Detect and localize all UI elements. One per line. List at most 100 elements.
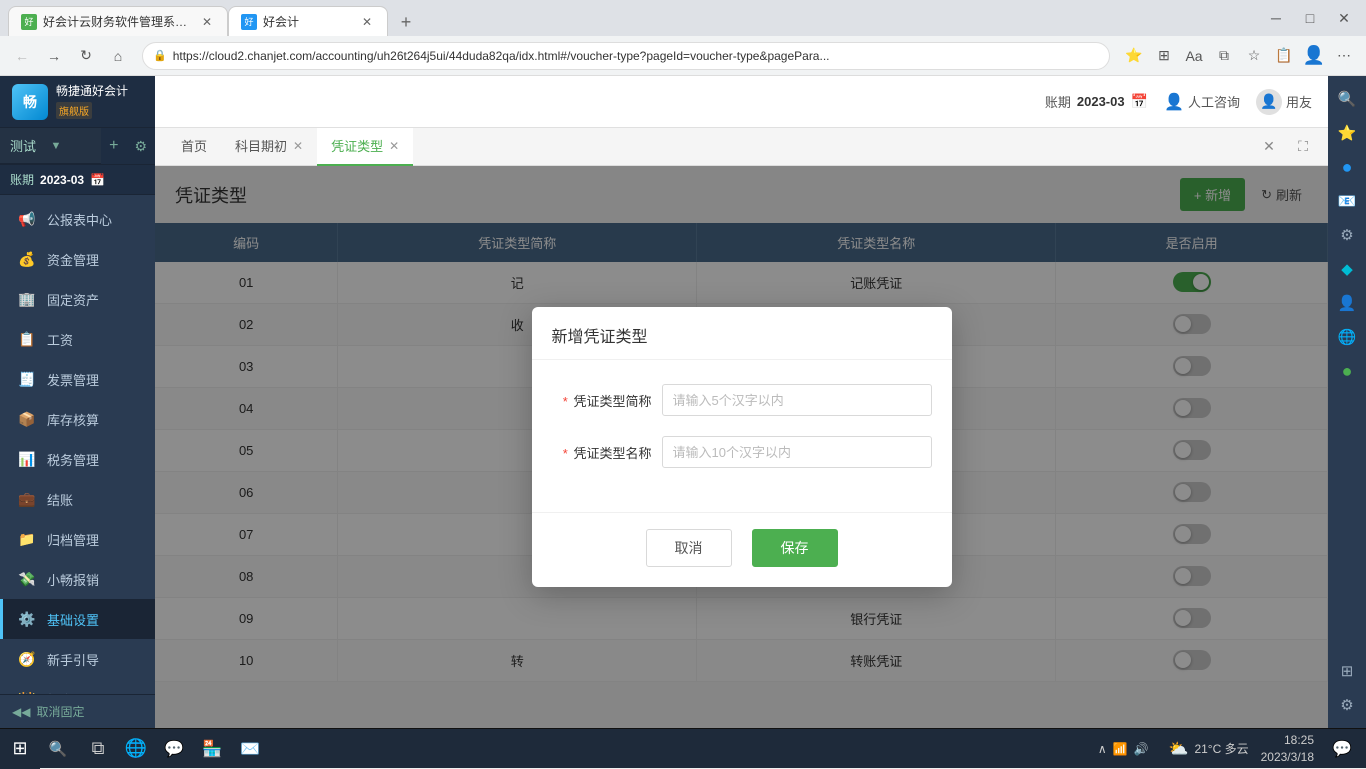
announcement-icon: 📢 [17,209,37,229]
rp-diamond-btn[interactable]: ◆ [1332,254,1362,284]
taskbar-right: ∧ 📶 🔊 ⛅ 21°C 多云 18:25 2023/3/18 💬 [1090,729,1366,769]
sidebar-item-archive[interactable]: 📁 归档管理 [0,519,155,559]
browser-right-icons: ⭐ ⊞ Aa ⧉ ☆ 📋 👤 ⋯ [1120,42,1358,70]
reading-mode-btn[interactable]: Aa [1180,42,1208,70]
browser-tab-2[interactable]: 好 好会计 ✕ [228,6,388,36]
tab-voucher-type[interactable]: 凭证类型 ✕ [317,128,413,166]
sidebar-item-payroll[interactable]: 📋 工资 [0,319,155,359]
clock-date: 2023/3/18 [1261,749,1314,766]
rp-star-btn[interactable]: ⭐ [1332,118,1362,148]
profile-btn[interactable]: 👤 [1300,42,1328,70]
tab-close-2[interactable]: ✕ [359,14,375,30]
sidebar-item-fund[interactable]: 💰 资金管理 [0,239,155,279]
rp-gear-btn[interactable]: ⚙ [1332,220,1362,250]
required-mark-abbr: * [563,394,568,409]
rp-globe-btn[interactable]: 🌐 [1332,322,1362,352]
rp-search-btn[interactable]: 🔍 [1332,84,1362,114]
header-period-icon[interactable]: 📅 [1131,93,1148,110]
notification-btn[interactable]: 💬 [1326,729,1358,769]
fixed-assets-icon: 🏢 [17,289,37,309]
rp-circle-btn[interactable]: ● [1332,152,1362,182]
taskbar-item-mail[interactable]: ✉️ [232,731,268,767]
sidebar-item-settings[interactable]: ⚙️ 基础设置 [0,599,155,639]
taskbar-up-arrow[interactable]: ∧ [1098,742,1107,756]
split-screen-btn[interactable]: ⧉ [1210,42,1238,70]
taskbar-item-store[interactable]: 🏪 [194,731,230,767]
help-btn[interactable]: 👤 人工咨询 [1164,92,1240,112]
tab-bar: 好 好会计云财务软件管理系统_会计 ✕ 好 好会计 ✕ + ─ □ ✕ [0,0,1366,36]
more-btn[interactable]: ⋯ [1330,42,1358,70]
save-btn[interactable]: 保存 [752,529,838,567]
sidebar-nav: 📢 公报表中心 💰 资金管理 🏢 固定资产 📋 工资 🧾 发票管理 📦 [0,195,155,694]
rp-settings-btn[interactable]: ⚙ [1332,690,1362,720]
tab-subject-init[interactable]: 科目期初 ✕ [221,128,317,166]
taskbar-item-edge[interactable]: 🌐 [118,731,154,767]
input-voucher-abbr[interactable] [662,384,932,416]
add-to-fav-btn[interactable]: ⊞ [1150,42,1178,70]
main-content: 账期 2023-03 📅 👤 人工咨询 👤 用友 首页 科目期初 [155,76,1328,728]
rp-grid-btn[interactable]: ⊞ [1332,656,1362,686]
back-btn[interactable]: ← [8,42,36,70]
sidebar-logo: 畅 畅捷通好会计 旗舰版 [0,76,155,128]
tab-close-1[interactable]: ✕ [199,14,215,30]
period-calendar-icon[interactable]: 📅 [90,173,105,187]
close-window-btn[interactable]: ✕ [1330,4,1358,32]
sidebar-item-member[interactable]: 👑 畅会员 [0,679,155,694]
taskbar-system-tray: ∧ 📶 🔊 [1090,742,1157,756]
rp-user-btn[interactable]: 👤 [1332,288,1362,318]
rp-mail-btn[interactable]: 📧 [1332,186,1362,216]
address-bar[interactable]: 🔒 https://cloud2.chanjet.com/accounting/… [142,42,1110,70]
logo-name: 畅捷通好会计 [56,84,128,100]
tab-voucher-type-close[interactable]: ✕ [389,139,399,153]
workspace-settings-btn[interactable]: ⚙ [126,138,155,155]
sidebar-item-guide[interactable]: 🧭 新手引导 [0,639,155,679]
sidebar-unpin-btn[interactable]: ◀◀ 取消固定 [0,694,155,728]
guide-icon: 🧭 [17,649,37,669]
help-icon: 👤 [1164,92,1184,112]
rp-green-btn[interactable]: ● [1332,356,1362,386]
sidebar-item-label-settlement: 结账 [47,490,73,509]
sidebar-item-announcement[interactable]: 📢 公报表中心 [0,199,155,239]
tab-voucher-type-label: 凭证类型 [331,136,383,155]
browser-tab-1[interactable]: 好 好会计云财务软件管理系统_会计 ✕ [8,6,228,36]
sidebar-item-invoice[interactable]: 🧾 发票管理 [0,359,155,399]
add-voucher-type-modal: 新增凭证类型 * 凭证类型简称 * [532,307,952,587]
weather-text: 21°C 多云 [1194,740,1248,757]
sidebar-item-tax[interactable]: 📊 税务管理 [0,439,155,479]
content-minimize-btn[interactable]: ✕ [1256,134,1282,160]
extensions-btn[interactable]: ⭐ [1120,42,1148,70]
restore-window-btn[interactable]: □ [1296,4,1324,32]
sidebar-item-settlement[interactable]: 💼 结账 [0,479,155,519]
tab-home[interactable]: 首页 [167,128,221,166]
tab-title-1: 好会计云财务软件管理系统_会计 [43,13,193,30]
workspace-add-btn[interactable]: + [101,137,126,155]
start-btn[interactable]: ⊞ [0,729,40,769]
cancel-btn[interactable]: 取消 [646,529,732,567]
tab-subject-init-close[interactable]: ✕ [293,139,303,153]
collections-btn[interactable]: 📋 [1270,42,1298,70]
workspace-selector[interactable]: 测试 ▼ [0,128,101,164]
user-btn[interactable]: 👤 用友 [1256,89,1312,115]
form-label-name: * 凭证类型名称 [552,443,652,462]
logo-text-group: 畅捷通好会计 旗舰版 [56,84,128,119]
workspace-name: 测试 [10,136,51,155]
address-text: https://cloud2.chanjet.com/accounting/uh… [173,49,1099,63]
new-tab-button[interactable]: + [392,8,420,36]
minimize-window-btn[interactable]: ─ [1262,4,1290,32]
sidebar-item-fixed-assets[interactable]: 🏢 固定资产 [0,279,155,319]
tab-favicon-1: 好 [21,14,37,30]
home-btn[interactable]: ⌂ [104,42,132,70]
invoice-icon: 🧾 [17,369,37,389]
forward-btn[interactable]: → [40,42,68,70]
taskbar-item-view[interactable]: ⧉ [80,731,116,767]
reload-btn[interactable]: ↻ [72,42,100,70]
taskbar-search-btn[interactable]: 🔍 [40,731,76,767]
sidebar-item-inventory[interactable]: 📦 库存核算 [0,399,155,439]
content-maximize-btn[interactable]: ⛶ [1290,134,1316,160]
period-label: 账期 [10,171,34,188]
required-mark-name: * [563,446,568,461]
sidebar-item-expense[interactable]: 💸 小畅报销 [0,559,155,599]
input-voucher-name[interactable] [662,436,932,468]
fav-btn[interactable]: ☆ [1240,42,1268,70]
taskbar-item-chat[interactable]: 💬 [156,731,192,767]
